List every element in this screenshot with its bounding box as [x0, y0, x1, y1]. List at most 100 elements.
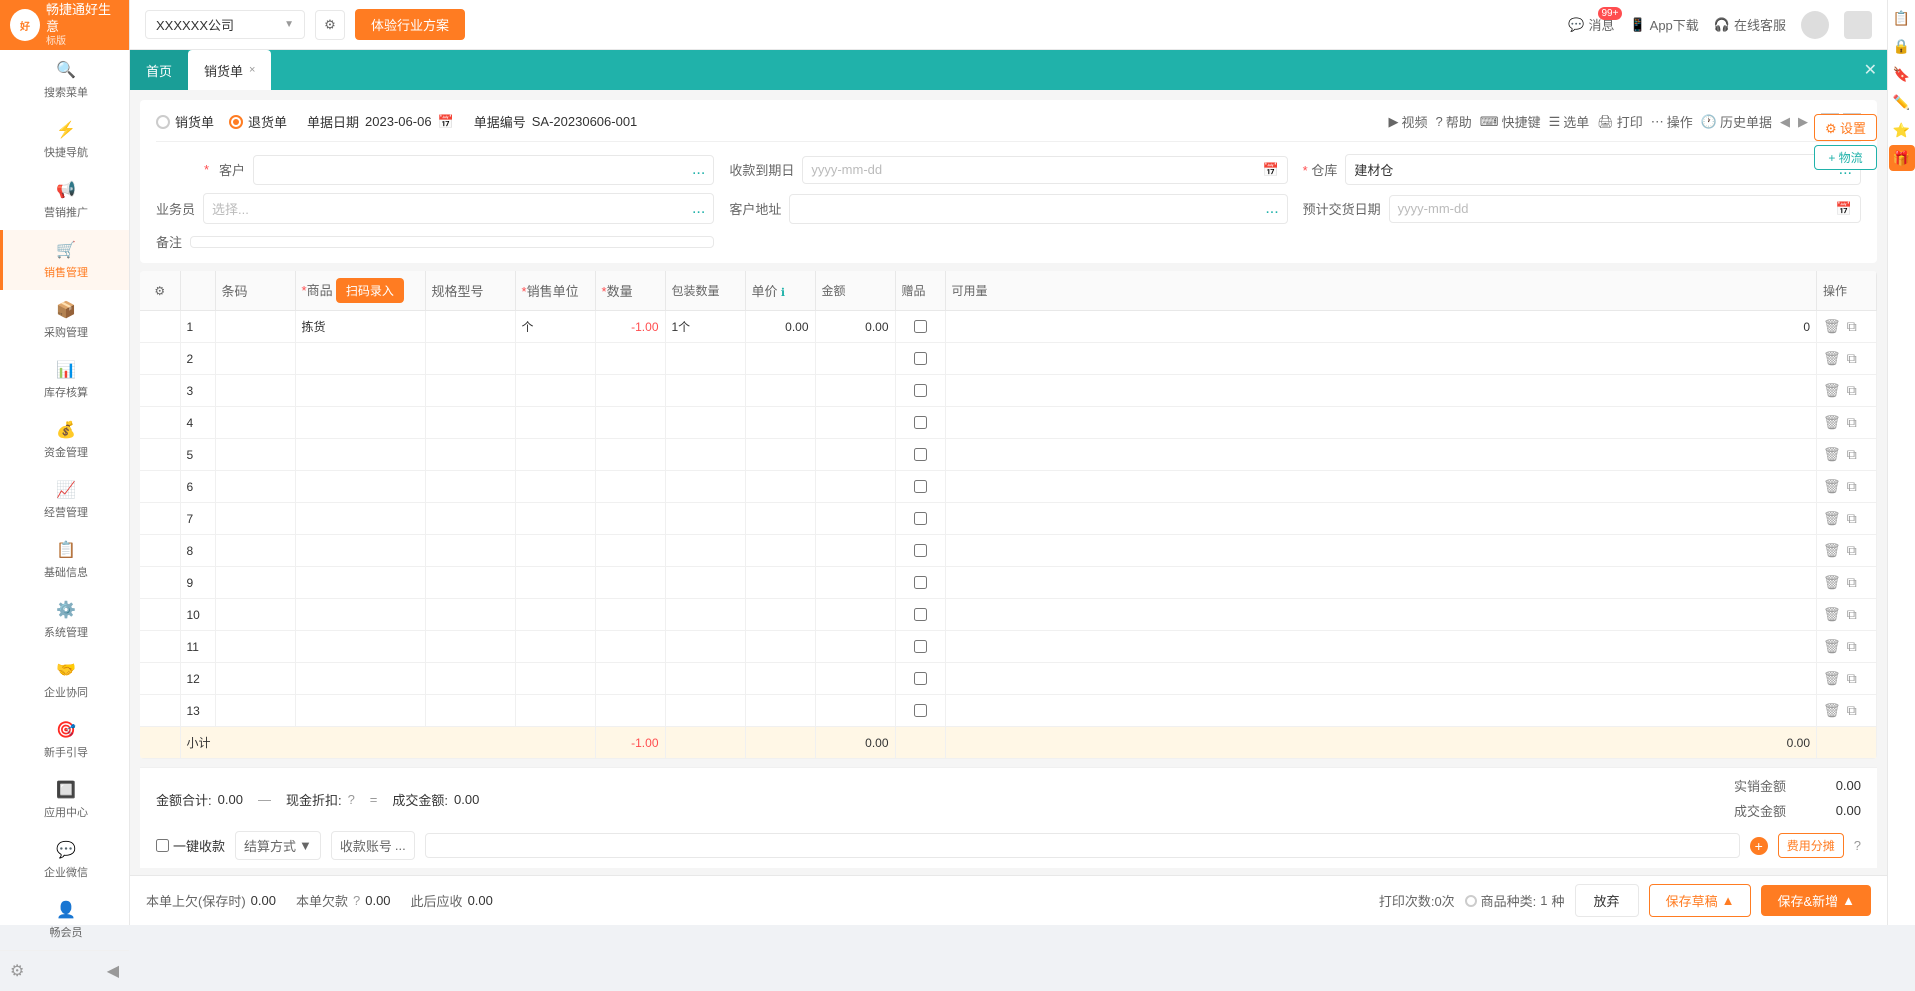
sidebar-item-enterprise[interactable]: 🤝 企业协同: [0, 650, 129, 710]
abandon-button[interactable]: 放弃: [1575, 884, 1639, 917]
customer-dots[interactable]: ...: [692, 161, 705, 179]
copy-row-1-icon[interactable]: ⧉: [1847, 318, 1857, 335]
settings-icon-btn[interactable]: ⚙: [315, 10, 345, 40]
add-payment-button[interactable]: +: [1750, 837, 1768, 855]
ops-tool[interactable]: ⋯ 操作: [1651, 112, 1693, 131]
tab-home[interactable]: 首页: [130, 50, 188, 90]
settings-bottom-icon[interactable]: ⚙: [10, 961, 24, 981]
customer-address-dots[interactable]: ...: [1265, 200, 1278, 218]
video-tool[interactable]: ▶ 视频: [1389, 112, 1428, 131]
delete-row-1-icon[interactable]: 🗑: [1823, 318, 1841, 335]
radio-sale-order[interactable]: 销货单: [156, 112, 214, 131]
select-tool[interactable]: ☰ 选单: [1549, 112, 1590, 131]
td-product-1[interactable]: 拣货: [295, 311, 425, 343]
delete-row-12-icon[interactable]: 🗑: [1823, 670, 1841, 687]
logistics-button[interactable]: + 物流: [1814, 145, 1877, 170]
close-window-icon[interactable]: ✕: [1864, 62, 1877, 79]
calc-method-select[interactable]: 结算方式 ▼: [235, 831, 321, 860]
collection-calendar-icon[interactable]: 📅: [1262, 162, 1278, 178]
sidebar-item-wechat[interactable]: 💬 企业微信: [0, 830, 129, 890]
gift-checkbox-2[interactable]: [914, 352, 927, 365]
sidebar-item-purchase[interactable]: 📦 采购管理: [0, 290, 129, 350]
sidebar-item-basic[interactable]: 📋 基础信息: [0, 530, 129, 590]
delete-row-11-icon[interactable]: 🗑: [1823, 638, 1841, 655]
delete-row-8-icon[interactable]: 🗑: [1823, 542, 1841, 559]
copy-row-3-icon[interactable]: ⧉: [1847, 382, 1857, 399]
calendar-icon[interactable]: 📅: [438, 114, 454, 130]
gift-checkbox-1[interactable]: [914, 320, 927, 333]
warehouse-input[interactable]: 建材仓 ...: [1345, 154, 1861, 185]
account-dots[interactable]: ...: [395, 838, 406, 853]
setting-button[interactable]: ⚙ 设置: [1814, 114, 1877, 141]
copy-row-5-icon[interactable]: ⧉: [1847, 446, 1857, 463]
customer-input[interactable]: ...: [253, 155, 714, 185]
gift-checkbox-13[interactable]: [914, 704, 927, 717]
copy-row-7-icon[interactable]: ⧉: [1847, 510, 1857, 527]
sidebar-item-inventory[interactable]: 📊 库存核算: [0, 350, 129, 410]
delete-row-9-icon[interactable]: 🗑: [1823, 574, 1841, 591]
sidebar-item-finance[interactable]: 💰 资金管理: [0, 410, 129, 470]
experience-button[interactable]: 体验行业方案: [355, 9, 465, 40]
copy-row-10-icon[interactable]: ⧉: [1847, 606, 1857, 623]
fenpei-button[interactable]: 费用分摊: [1778, 833, 1844, 858]
gift-checkbox-5[interactable]: [914, 448, 927, 461]
tab-close-icon[interactable]: ×: [249, 64, 255, 76]
right-icon-bookmark[interactable]: 🔖: [1889, 61, 1915, 87]
one-click-collect-check[interactable]: 一键收款: [156, 836, 225, 855]
sidebar-item-system[interactable]: ⚙️ 系统管理: [0, 590, 129, 650]
delete-row-6-icon[interactable]: 🗑: [1823, 478, 1841, 495]
copy-row-12-icon[interactable]: ⧉: [1847, 670, 1857, 687]
fenpei-help-icon[interactable]: ?: [1854, 838, 1861, 853]
right-icon-edit[interactable]: ✏️: [1889, 89, 1915, 115]
expected-delivery-input[interactable]: yyyy-mm-dd 📅: [1389, 195, 1861, 223]
gift-checkbox-10[interactable]: [914, 608, 927, 621]
user-avatar[interactable]: [1801, 11, 1829, 39]
gift-checkbox-9[interactable]: [914, 576, 927, 589]
collection-date-input[interactable]: yyyy-mm-dd 📅: [802, 156, 1287, 184]
copy-row-9-icon[interactable]: ⧉: [1847, 574, 1857, 591]
product-kind-info[interactable]: 商品种类: 1 种: [1465, 891, 1565, 910]
nav-next-icon[interactable]: ▶: [1798, 114, 1808, 130]
delete-row-3-icon[interactable]: 🗑: [1823, 382, 1841, 399]
td-qty-1[interactable]: -1.00: [595, 311, 665, 343]
copy-row-6-icon[interactable]: ⧉: [1847, 478, 1857, 495]
delete-row-5-icon[interactable]: 🗑: [1823, 446, 1841, 463]
scan-barcode-button[interactable]: 扫码录入: [336, 278, 404, 303]
delete-row-2-icon[interactable]: 🗑: [1823, 350, 1841, 367]
copy-row-13-icon[interactable]: ⧉: [1847, 702, 1857, 719]
nav-prev-icon[interactable]: ◀: [1780, 114, 1790, 130]
collapse-icon[interactable]: ◀: [107, 961, 119, 981]
salesperson-dots[interactable]: ...: [692, 200, 705, 218]
gift-checkbox-12[interactable]: [914, 672, 927, 685]
sidebar-item-apps[interactable]: 🔲 应用中心: [0, 770, 129, 830]
total-due-help-icon[interactable]: ?: [353, 893, 360, 908]
gift-checkbox-11[interactable]: [914, 640, 927, 653]
delete-row-10-icon[interactable]: 🗑: [1823, 606, 1841, 623]
history-tool[interactable]: 🕐 历史单据: [1701, 112, 1772, 131]
payment-amount-input[interactable]: [425, 833, 1740, 858]
message-btn[interactable]: 💬 消息 99+: [1568, 15, 1614, 34]
right-icon-star[interactable]: ⭐: [1889, 117, 1915, 143]
gift-checkbox-3[interactable]: [914, 384, 927, 397]
salesperson-input[interactable]: 选择... ...: [203, 193, 714, 224]
shortcut-tool[interactable]: ⌨ 快捷键: [1480, 112, 1541, 131]
radio-return-order[interactable]: 退货单: [229, 112, 287, 131]
gift-checkbox-6[interactable]: [914, 480, 927, 493]
delete-row-7-icon[interactable]: 🗑: [1823, 510, 1841, 527]
price-info-icon[interactable]: ℹ: [781, 287, 785, 299]
user-menu-icon[interactable]: [1844, 11, 1872, 39]
app-download-btn[interactable]: 📱 App下载: [1629, 15, 1698, 34]
gift-checkbox-4[interactable]: [914, 416, 927, 429]
copy-row-11-icon[interactable]: ⧉: [1847, 638, 1857, 655]
sidebar-item-marketing[interactable]: 📢 营销推广: [0, 170, 129, 230]
copy-row-4-icon[interactable]: ⧉: [1847, 414, 1857, 431]
one-click-collect-checkbox[interactable]: [156, 839, 169, 852]
print-tool[interactable]: 🖨 打印: [1597, 112, 1643, 131]
online-service-btn[interactable]: 🎧 在线客服: [1714, 15, 1786, 34]
right-icon-gift[interactable]: 🎁: [1889, 145, 1915, 171]
remark-input[interactable]: [190, 236, 714, 248]
right-icon-notes[interactable]: 📋: [1889, 5, 1915, 31]
gift-checkbox-7[interactable]: [914, 512, 927, 525]
delete-row-4-icon[interactable]: 🗑: [1823, 414, 1841, 431]
sidebar-item-guide[interactable]: 🎯 新手引导: [0, 710, 129, 770]
